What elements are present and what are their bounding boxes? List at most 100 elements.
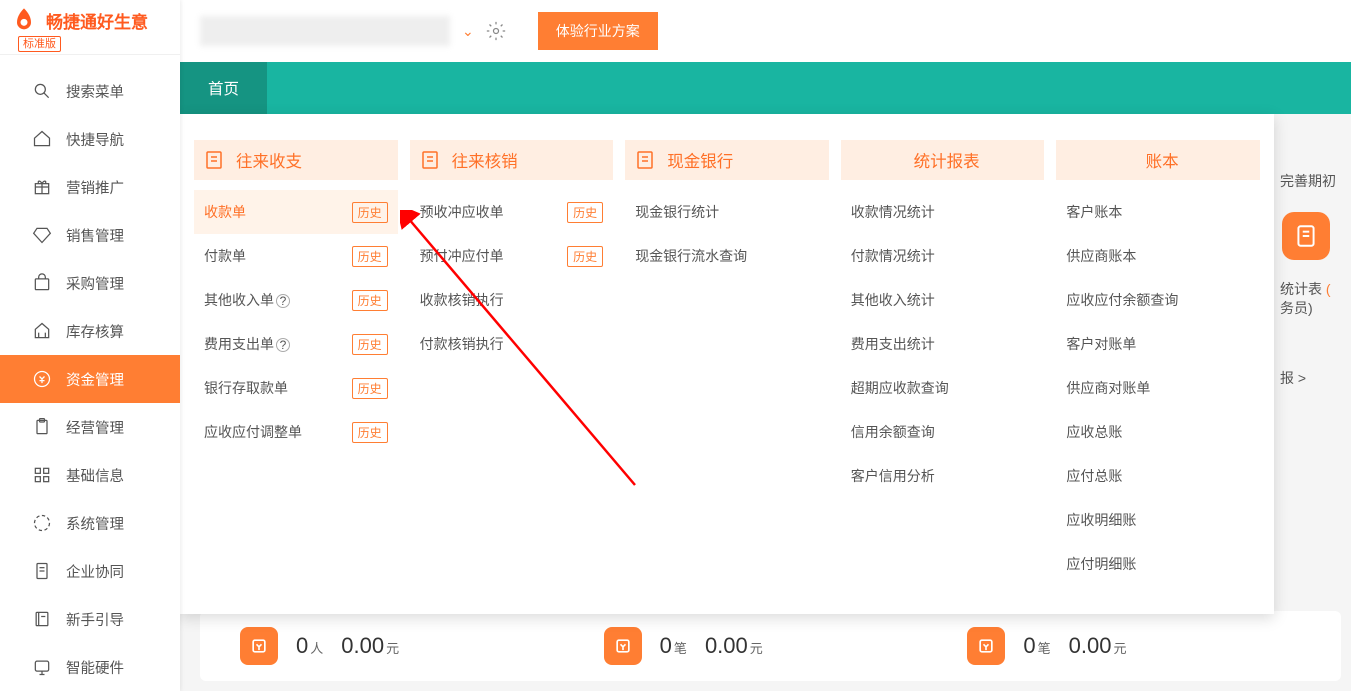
mega-item-label: 其他收入统计 bbox=[851, 290, 935, 310]
mega-item-label: 应收应付调整单 bbox=[204, 422, 302, 442]
nav-item-doc[interactable]: 企业协同 bbox=[0, 547, 180, 595]
mega-item[interactable]: 付款核销执行 bbox=[410, 322, 614, 366]
nav-item-book[interactable]: 新手引导 bbox=[0, 595, 180, 643]
mega-item[interactable]: 客户信用分析 bbox=[841, 454, 1045, 498]
money-icon bbox=[32, 369, 52, 389]
nav-label: 营销推广 bbox=[66, 177, 124, 198]
right-text-1[interactable]: 完善期初 bbox=[1274, 162, 1351, 202]
mega-item[interactable]: 收款情况统计 bbox=[841, 190, 1045, 234]
mega-item[interactable]: 付款情况统计 bbox=[841, 234, 1045, 278]
nav-label: 经营管理 bbox=[66, 417, 124, 438]
right-panel: 完善期初 统计表 ( 务员) 报 > bbox=[1274, 162, 1351, 512]
mega-header: 账本 bbox=[1056, 140, 1260, 180]
history-tag[interactable]: 历史 bbox=[352, 422, 388, 443]
nav-item-clipboard[interactable]: 经营管理 bbox=[0, 403, 180, 451]
right-action-icon[interactable] bbox=[1282, 212, 1330, 260]
mega-item-label: 现金银行统计 bbox=[635, 202, 719, 222]
mega-item-label: 供应商账本 bbox=[1066, 246, 1136, 266]
brand-name: 畅捷通好生意 bbox=[46, 8, 148, 33]
mega-item[interactable]: 供应商对账单 bbox=[1056, 366, 1260, 410]
nav-item-cart[interactable]: 采购管理 bbox=[0, 259, 180, 307]
right-text-3[interactable]: 报 > bbox=[1274, 359, 1351, 399]
mega-col-1: 往来核销预收冲应收单历史预付冲应付单历史收款核销执行付款核销执行 bbox=[410, 140, 614, 594]
cart-icon bbox=[32, 273, 52, 293]
history-tag[interactable]: 历史 bbox=[352, 202, 388, 223]
mega-item[interactable]: 超期应收款查询 bbox=[841, 366, 1045, 410]
mega-item-label: 客户信用分析 bbox=[851, 466, 935, 486]
stat-icon bbox=[604, 627, 642, 665]
mega-item[interactable]: 应收总账 bbox=[1056, 410, 1260, 454]
nav-item-diamond[interactable]: 销售管理 bbox=[0, 211, 180, 259]
nav-item-search[interactable]: 搜索菜单 bbox=[0, 67, 180, 115]
mega-item[interactable]: 信用余额查询 bbox=[841, 410, 1045, 454]
mega-col-3: 统计报表收款情况统计付款情况统计其他收入统计费用支出统计超期应收款查询信用余额查… bbox=[841, 140, 1045, 594]
mega-item-label: 预收冲应收单 bbox=[420, 202, 504, 222]
mega-item[interactable]: 客户账本 bbox=[1056, 190, 1260, 234]
nav-label: 搜索菜单 bbox=[66, 81, 124, 102]
mega-item[interactable]: 应收应付调整单 历史 bbox=[194, 410, 398, 454]
mega-item-label: 供应商对账单 bbox=[1066, 378, 1150, 398]
doc-icon bbox=[418, 148, 442, 172]
book-icon bbox=[32, 609, 52, 629]
mega-item[interactable]: 预付冲应付单历史 bbox=[410, 234, 614, 278]
mega-item[interactable]: 其他收入统计 bbox=[841, 278, 1045, 322]
mega-item[interactable]: 现金银行统计 bbox=[625, 190, 829, 234]
tab-home[interactable]: 首页 bbox=[180, 62, 267, 114]
circle-icon bbox=[32, 513, 52, 533]
mega-item-label: 应收明细账 bbox=[1066, 510, 1136, 530]
history-tag[interactable]: 历史 bbox=[567, 202, 603, 223]
history-tag[interactable]: 历史 bbox=[352, 246, 388, 267]
diamond-icon bbox=[32, 225, 52, 245]
nav-label: 新手引导 bbox=[66, 609, 124, 630]
nav-item-home[interactable]: 快捷导航 bbox=[0, 115, 180, 163]
experience-button[interactable]: 体验行业方案 bbox=[538, 12, 658, 50]
mega-col-2: 现金银行现金银行统计现金银行流水查询 bbox=[625, 140, 829, 594]
nav-item-gift[interactable]: 营销推广 bbox=[0, 163, 180, 211]
doc-icon bbox=[633, 148, 657, 172]
mega-item-label: 付款情况统计 bbox=[851, 246, 935, 266]
chevron-down-icon[interactable]: ⌄ bbox=[462, 23, 474, 40]
mega-item[interactable]: 应付总账 bbox=[1056, 454, 1260, 498]
mega-header: 往来核销 bbox=[410, 140, 614, 180]
nav-item-house[interactable]: 库存核算 bbox=[0, 307, 180, 355]
mega-item[interactable]: 费用支出单?历史 bbox=[194, 322, 398, 366]
mega-item-label: 应收应付余额查询 bbox=[1066, 290, 1178, 310]
mega-item-label: 收款核销执行 bbox=[420, 290, 504, 310]
nav-item-grid[interactable]: 基础信息 bbox=[0, 451, 180, 499]
nav-item-money[interactable]: 资金管理 bbox=[0, 355, 180, 403]
right-text-2[interactable]: 统计表 ( 务员) bbox=[1274, 270, 1351, 329]
mega-item[interactable]: 供应商账本 bbox=[1056, 234, 1260, 278]
mega-item[interactable]: 费用支出统计 bbox=[841, 322, 1045, 366]
home-icon bbox=[32, 129, 52, 149]
nav-item-circle[interactable]: 系统管理 bbox=[0, 499, 180, 547]
history-tag[interactable]: 历史 bbox=[567, 246, 603, 267]
stat-icon bbox=[240, 627, 278, 665]
mega-item[interactable]: 应收明细账 bbox=[1056, 498, 1260, 542]
mega-item[interactable]: 现金银行流水查询 bbox=[625, 234, 829, 278]
gear-icon[interactable] bbox=[486, 21, 506, 41]
history-tag[interactable]: 历史 bbox=[352, 378, 388, 399]
mega-item[interactable]: 应付明细账 bbox=[1056, 542, 1260, 586]
doc-icon bbox=[202, 148, 226, 172]
history-tag[interactable]: 历史 bbox=[352, 334, 388, 355]
mega-item-label: 其他收入单? bbox=[204, 290, 290, 310]
stat-group: 0笔 0.00元 bbox=[967, 627, 1301, 665]
nav-label: 系统管理 bbox=[66, 513, 124, 534]
mega-item[interactable]: 其他收入单? 历史 bbox=[194, 278, 398, 322]
mega-item[interactable]: 收款核销执行 bbox=[410, 278, 614, 322]
stat-count: 0笔 bbox=[660, 633, 687, 659]
mega-item[interactable]: 预收冲应收单 历史 bbox=[410, 190, 614, 234]
org-selector-placeholder[interactable] bbox=[200, 16, 450, 46]
mega-col-0: 往来收支收款单历史付款单历史其他收入单?历史费用支出单?历史银行存取款单历史应收… bbox=[194, 140, 398, 594]
nav-item-tv[interactable]: 智能硬件 bbox=[0, 643, 180, 691]
mega-item[interactable]: 银行存取款单历史 bbox=[194, 366, 398, 410]
mega-item[interactable]: 收款单历史 bbox=[194, 190, 398, 234]
clipboard-icon bbox=[32, 417, 52, 437]
history-tag[interactable]: 历史 bbox=[352, 290, 388, 311]
mega-item[interactable]: 客户对账单 bbox=[1056, 322, 1260, 366]
mega-item[interactable]: 应收应付余额查询 bbox=[1056, 278, 1260, 322]
stat-value: 0.00元 bbox=[1069, 633, 1127, 659]
mega-item[interactable]: 付款单历史 bbox=[194, 234, 398, 278]
nav-label: 基础信息 bbox=[66, 465, 124, 486]
tabbar: 首页 bbox=[180, 62, 1351, 114]
